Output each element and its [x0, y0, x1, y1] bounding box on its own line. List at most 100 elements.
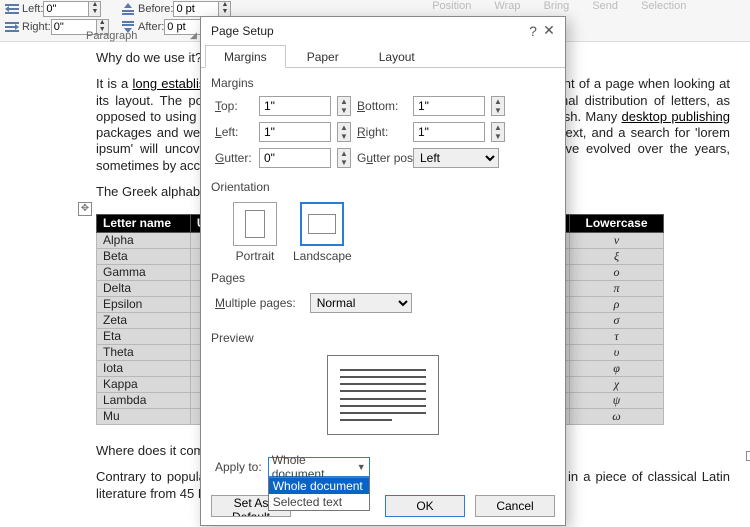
multiple-pages-select[interactable]: Normal: [310, 293, 412, 313]
spacing-after-label: After:: [138, 21, 164, 33]
ribbon-position[interactable]: Position: [432, 0, 471, 12]
indent-left-icon: [4, 1, 20, 17]
margin-right-label: Right:: [357, 125, 413, 139]
cell-letter-name[interactable]: Lambda: [97, 393, 191, 409]
section-preview-label: Preview: [211, 331, 555, 345]
orientation-landscape-label: Landscape: [293, 249, 352, 263]
dialog-body: Margins Top: ▲▼ Bottom: ▲▼ Left: ▲▼ Righ…: [201, 68, 565, 489]
cell-letter-name[interactable]: Alpha: [97, 233, 191, 249]
spacing-before-spinner[interactable]: ▲▼: [219, 1, 231, 17]
cell-lowercase[interactable]: ρ: [570, 297, 664, 313]
orientation-landscape[interactable]: Landscape: [293, 202, 352, 263]
indent-right-label: Right:: [22, 21, 51, 33]
spacing-before-icon: [120, 1, 136, 17]
preview-page-icon: [327, 355, 439, 435]
margin-top-label: Top:: [215, 99, 259, 113]
cell-lowercase[interactable]: ω: [570, 409, 664, 425]
margin-left-label: Left:: [215, 125, 259, 139]
cell-lowercase[interactable]: ν: [570, 233, 664, 249]
margin-left-spinner[interactable]: ▲▼: [337, 122, 351, 142]
ribbon-bring[interactable]: Bring: [544, 0, 570, 12]
tab-margins[interactable]: Margins: [205, 45, 286, 68]
apply-to-row: Apply to: Whole document ▼ Whole documen…: [215, 457, 555, 477]
cell-lowercase[interactable]: ο: [570, 265, 664, 281]
ribbon-wrap[interactable]: Wrap: [494, 0, 520, 12]
margin-bottom-label: Bottom:: [357, 99, 413, 113]
margins-grid: Top: ▲▼ Bottom: ▲▼ Left: ▲▼ Right: ▲▼ Gu…: [215, 96, 555, 168]
indent-left-input[interactable]: [43, 1, 89, 17]
margin-right-spinner[interactable]: ▲▼: [491, 122, 505, 142]
landscape-page-icon: [308, 214, 336, 234]
cell-letter-name[interactable]: Zeta: [97, 313, 191, 329]
indent-right-icon: [4, 19, 20, 35]
margin-top-input[interactable]: [259, 96, 331, 116]
pages-row: Multiple pages: Normal: [215, 293, 555, 313]
table-move-handle-icon[interactable]: ✥: [78, 202, 92, 216]
apply-to-dropdown-list: Whole document Selected text: [268, 477, 370, 511]
indent-left-label: Left:: [22, 3, 43, 15]
orientation-portrait[interactable]: Portrait: [233, 202, 277, 263]
cell-lowercase[interactable]: σ: [570, 313, 664, 329]
portrait-page-icon: [245, 210, 265, 238]
cell-letter-name[interactable]: Beta: [97, 249, 191, 265]
ribbon-selection[interactable]: Selection: [641, 0, 686, 12]
cell-letter-name[interactable]: Epsilon: [97, 297, 191, 313]
margin-gutter-label: Gutter:: [215, 151, 259, 165]
cell-letter-name[interactable]: Iota: [97, 361, 191, 377]
tab-paper[interactable]: Paper: [288, 45, 358, 68]
apply-option-whole-document[interactable]: Whole document: [269, 478, 369, 494]
chevron-down-icon: ▼: [357, 462, 366, 472]
cell-lowercase[interactable]: υ: [570, 345, 664, 361]
cell-lowercase[interactable]: π: [570, 281, 664, 297]
doc-link-desktop-publishing[interactable]: desktop publishing: [622, 109, 730, 124]
paragraph-launcher-icon[interactable]: ◢: [190, 30, 197, 41]
apply-to-combobox[interactable]: Whole document ▼ Whole document Selected…: [268, 457, 370, 477]
indent-left-spinner[interactable]: ▲▼: [89, 1, 101, 17]
dialog-footer: Set As Default OK Cancel: [201, 489, 565, 525]
spacing-before-input[interactable]: [173, 1, 219, 17]
dialog-help-icon[interactable]: ?: [525, 23, 541, 39]
margin-left-input[interactable]: [259, 122, 331, 142]
section-pages-label: Pages: [211, 271, 555, 285]
cell-letter-name[interactable]: Eta: [97, 329, 191, 345]
ok-button[interactable]: OK: [385, 495, 465, 517]
margin-gutter-input[interactable]: [259, 148, 331, 168]
orientation-row: Portrait Landscape: [233, 202, 555, 263]
margin-gutter-spinner[interactable]: ▲▼: [337, 148, 351, 168]
cell-lowercase[interactable]: ξ: [570, 249, 664, 265]
ribbon-right-fragment: Position Wrap Bring Send Selection Group: [412, 0, 740, 12]
cancel-button[interactable]: Cancel: [475, 495, 555, 517]
section-orientation-label: Orientation: [211, 180, 555, 194]
page-setup-dialog: Page Setup ? ✕ Margins Paper Layout Marg…: [200, 16, 566, 526]
dialog-close-icon[interactable]: ✕: [541, 22, 557, 39]
apply-option-selected-text[interactable]: Selected text: [269, 494, 369, 510]
margin-bottom-input[interactable]: [413, 96, 485, 116]
margin-top-spinner[interactable]: ▲▼: [337, 96, 351, 116]
gutter-position-select[interactable]: Left: [413, 148, 499, 168]
dialog-tabs: Margins Paper Layout: [201, 44, 565, 68]
cell-letter-name[interactable]: Mu: [97, 409, 191, 425]
orientation-portrait-label: Portrait: [236, 249, 275, 263]
dialog-titlebar[interactable]: Page Setup ? ✕: [201, 17, 565, 44]
cell-lowercase[interactable]: τ: [570, 329, 664, 345]
spacing-before-label: Before:: [138, 3, 173, 15]
th-lowercase[interactable]: Lowercase: [570, 215, 664, 233]
table-resize-handle-icon[interactable]: [746, 451, 750, 461]
tab-layout[interactable]: Layout: [360, 45, 434, 68]
apply-to-label: Apply to:: [215, 460, 262, 474]
cell-letter-name[interactable]: Theta: [97, 345, 191, 361]
th-letter-name[interactable]: Letter name: [97, 215, 191, 233]
cell-lowercase[interactable]: χ: [570, 377, 664, 393]
gutter-position-label: Gutter position:: [357, 151, 413, 165]
cell-letter-name[interactable]: Gamma: [97, 265, 191, 281]
margin-bottom-spinner[interactable]: ▲▼: [491, 96, 505, 116]
cell-lowercase[interactable]: ψ: [570, 393, 664, 409]
ribbon-send[interactable]: Send: [592, 0, 618, 12]
cell-lowercase[interactable]: φ: [570, 361, 664, 377]
margin-right-input[interactable]: [413, 122, 485, 142]
cell-letter-name[interactable]: Delta: [97, 281, 191, 297]
cell-letter-name[interactable]: Kappa: [97, 377, 191, 393]
paragraph-group-label: Paragraph: [86, 30, 137, 42]
dialog-title: Page Setup: [211, 24, 525, 38]
multiple-pages-label: Multiple pages:: [215, 296, 296, 310]
